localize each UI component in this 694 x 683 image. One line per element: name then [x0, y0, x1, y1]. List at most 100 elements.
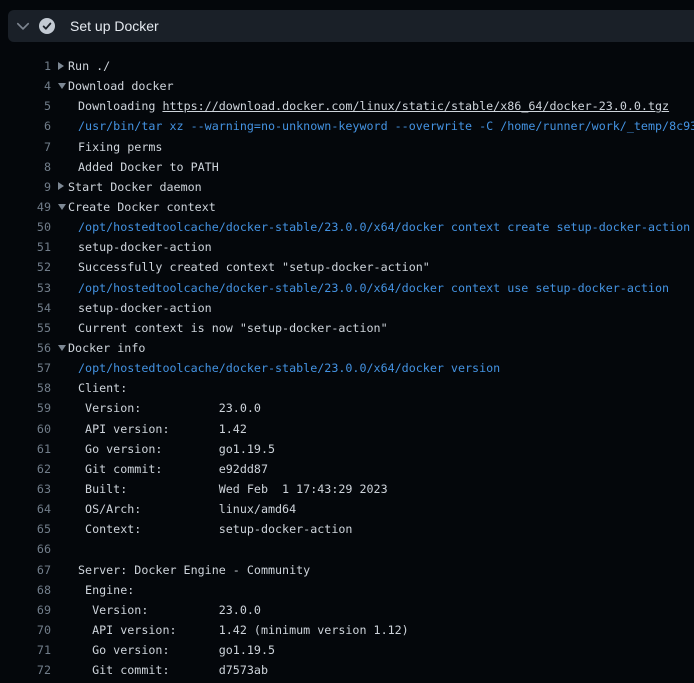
line-number[interactable]: 71: [0, 640, 51, 660]
log-text: Run ./: [68, 56, 110, 76]
group-collapse-icon[interactable]: [58, 204, 66, 210]
line-number[interactable]: 61: [0, 439, 51, 459]
log-group-line[interactable]: 56 Docker info: [0, 338, 694, 358]
log-text: Git commit: e92dd87: [78, 459, 268, 479]
line-number[interactable]: 62: [0, 459, 51, 479]
log-line: 57 /opt/hostedtoolcache/docker-stable/23…: [0, 358, 694, 378]
log-line: 7 Fixing perms: [0, 137, 694, 157]
log-text: Built: Wed Feb 1 17:43:29 2023: [78, 479, 388, 499]
log-text: Create Docker context: [68, 197, 216, 217]
log-line: 66: [0, 539, 694, 559]
group-collapse-icon[interactable]: [58, 83, 66, 89]
log-text: Download docker: [68, 76, 174, 96]
step-title: Set up Docker: [70, 18, 159, 34]
chevron-down-icon[interactable]: [15, 18, 31, 34]
line-number[interactable]: 56: [0, 338, 51, 358]
log-line: 59 Version: 23.0.0: [0, 398, 694, 418]
line-number[interactable]: 51: [0, 237, 51, 257]
log-text-segment: Downloading: [78, 99, 162, 113]
log-text: Version: 23.0.0: [78, 398, 261, 418]
log-line: 52 Successfully created context "setup-d…: [0, 257, 694, 277]
group-expand-icon[interactable]: [58, 182, 64, 190]
log-text: Git commit: d7573ab: [78, 660, 268, 680]
log-line: 8 Added Docker to PATH: [0, 157, 694, 177]
log-link[interactable]: https://download.docker.com/linux/static…: [162, 99, 669, 113]
line-number[interactable]: 70: [0, 620, 51, 640]
log-line: 55 Current context is now "setup-docker-…: [0, 318, 694, 338]
log-group-line[interactable]: 9 Start Docker daemon: [0, 177, 694, 197]
log-text-segment: Engine:: [78, 583, 134, 597]
line-number[interactable]: 4: [0, 76, 51, 96]
log-text-segment: Run ./: [68, 59, 110, 73]
log-text-segment: Go version: go1.19.5: [78, 442, 275, 456]
line-number[interactable]: 50: [0, 217, 51, 237]
log-line: 70 API version: 1.42 (minimum version 1.…: [0, 620, 694, 640]
log-text-segment: /opt/hostedtoolcache/docker-stable/23.0.…: [78, 220, 694, 234]
log-line: 50 /opt/hostedtoolcache/docker-stable/23…: [0, 217, 694, 237]
log-line: 65 Context: setup-docker-action: [0, 519, 694, 539]
log-text-segment: Create Docker context: [68, 200, 216, 214]
log-text-segment: /opt/hostedtoolcache/docker-stable/23.0.…: [78, 281, 669, 295]
log-line: 72 Git commit: d7573ab: [0, 660, 694, 680]
log-text-segment: API version: 1.42 (minimum version 1.12): [78, 623, 409, 637]
log-line: 69 Version: 23.0.0: [0, 600, 694, 620]
log-text-segment: setup-docker-action: [78, 301, 212, 315]
line-number[interactable]: 72: [0, 660, 51, 680]
line-number[interactable]: 63: [0, 479, 51, 499]
line-number[interactable]: 9: [0, 177, 51, 197]
log-text: Fixing perms: [78, 137, 162, 157]
line-number[interactable]: 66: [0, 539, 51, 559]
log-line: 67 Server: Docker Engine - Community: [0, 560, 694, 580]
log-text: Downloading https://download.docker.com/…: [78, 96, 669, 116]
log-group-line[interactable]: 4 Download docker: [0, 76, 694, 96]
log-line: 60 API version: 1.42: [0, 419, 694, 439]
log-text-segment: setup-docker-action: [78, 240, 212, 254]
line-number[interactable]: 8: [0, 157, 51, 177]
line-number[interactable]: 64: [0, 499, 51, 519]
line-number[interactable]: 7: [0, 137, 51, 157]
line-number[interactable]: 59: [0, 398, 51, 418]
log-group-line[interactable]: 1 Run ./: [0, 56, 694, 76]
log-text: Successfully created context "setup-dock…: [78, 257, 430, 277]
log-line: 58 Client:: [0, 378, 694, 398]
line-number[interactable]: 57: [0, 358, 51, 378]
log-group-line[interactable]: 49 Create Docker context: [0, 197, 694, 217]
log-text-segment: Download docker: [68, 79, 174, 93]
check-circle-icon: [39, 18, 55, 34]
log-text-segment: /opt/hostedtoolcache/docker-stable/23.0.…: [78, 361, 500, 375]
log-text: Current context is now "setup-docker-act…: [78, 318, 388, 338]
line-number[interactable]: 55: [0, 318, 51, 338]
log-text-segment: Added Docker to PATH: [78, 160, 219, 174]
log-text-segment: Version: 23.0.0: [78, 603, 261, 617]
line-number[interactable]: 58: [0, 378, 51, 398]
log-text: Server: Docker Engine - Community: [78, 560, 310, 580]
line-number[interactable]: 52: [0, 257, 51, 277]
log-text: Go version: go1.19.5: [78, 439, 275, 459]
line-number[interactable]: 5: [0, 96, 51, 116]
line-number[interactable]: 1: [0, 56, 51, 76]
line-number[interactable]: 54: [0, 298, 51, 318]
log-line: 51 setup-docker-action: [0, 237, 694, 257]
log-text: setup-docker-action: [78, 237, 212, 257]
group-collapse-icon[interactable]: [58, 345, 66, 351]
group-expand-icon[interactable]: [58, 62, 64, 70]
log-text-segment: Successfully created context "setup-dock…: [78, 260, 430, 274]
line-number[interactable]: 65: [0, 519, 51, 539]
line-number[interactable]: 49: [0, 197, 51, 217]
log-text-segment: Git commit: e92dd87: [78, 462, 268, 476]
log-line: 53 /opt/hostedtoolcache/docker-stable/23…: [0, 278, 694, 298]
line-number[interactable]: 68: [0, 580, 51, 600]
log-text-segment: Client:: [78, 381, 127, 395]
line-number[interactable]: 6: [0, 116, 51, 136]
step-header[interactable]: Set up Docker: [8, 10, 694, 42]
log-text: Context: setup-docker-action: [78, 519, 352, 539]
line-number[interactable]: 67: [0, 560, 51, 580]
log-line: 54 setup-docker-action: [0, 298, 694, 318]
line-number[interactable]: 60: [0, 419, 51, 439]
line-number[interactable]: 53: [0, 278, 51, 298]
log-line: 6 /usr/bin/tar xz --warning=no-unknown-k…: [0, 116, 694, 136]
log-text: /opt/hostedtoolcache/docker-stable/23.0.…: [78, 278, 669, 298]
log-line: 64 OS/Arch: linux/amd64: [0, 499, 694, 519]
log-text-segment: Docker info: [68, 341, 145, 355]
line-number[interactable]: 69: [0, 600, 51, 620]
